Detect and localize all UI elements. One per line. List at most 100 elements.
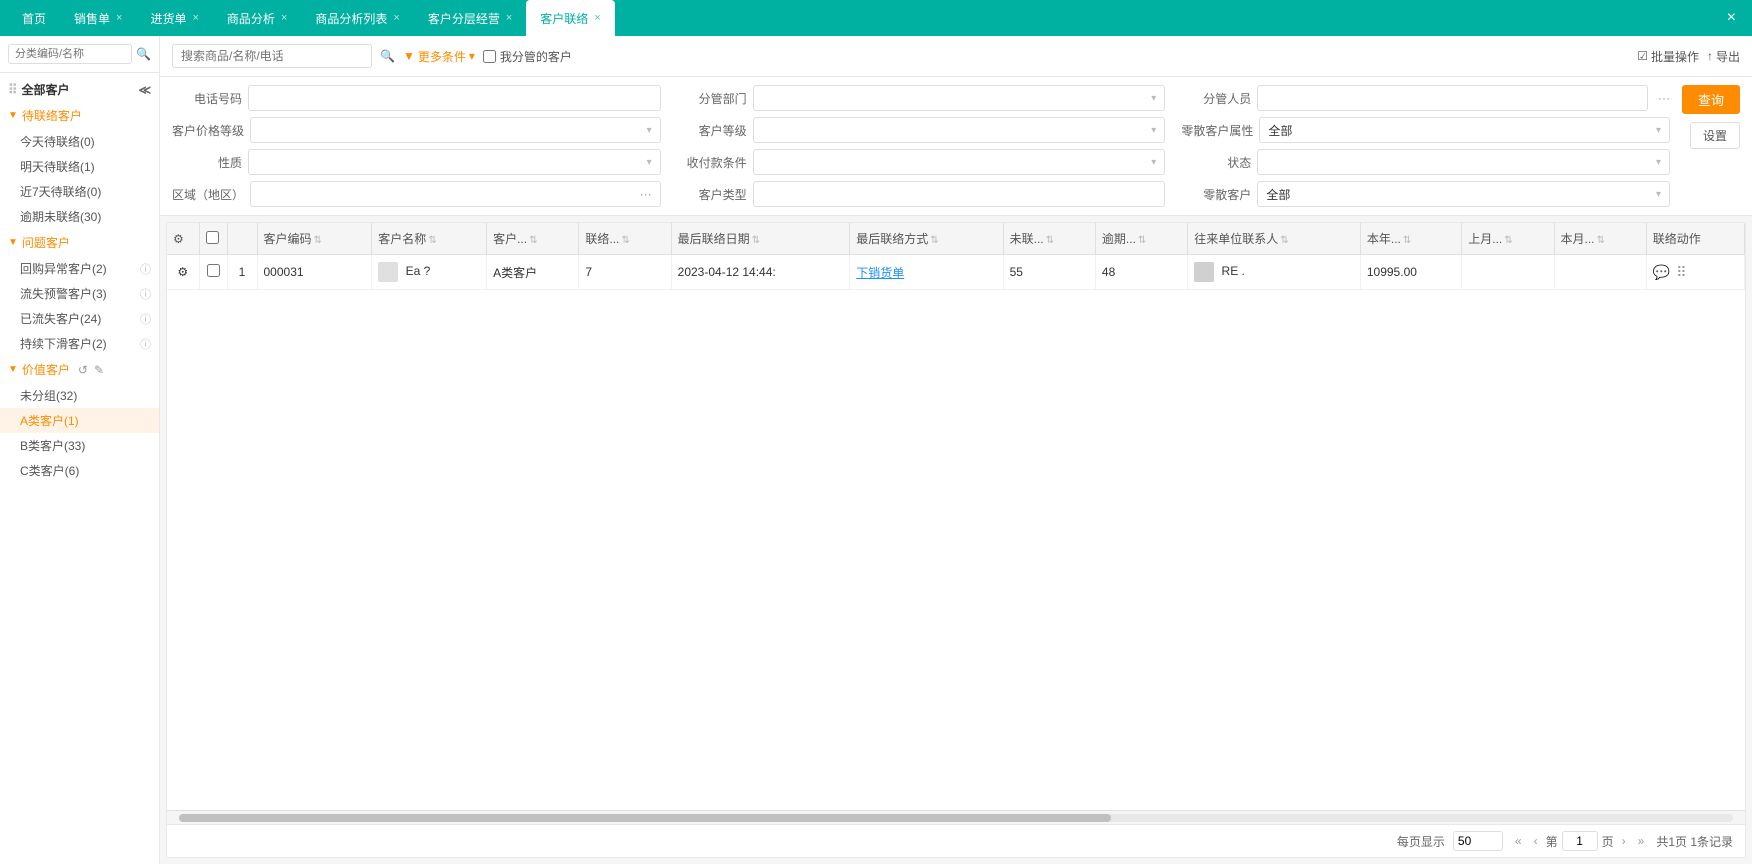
prev-page-btn[interactable]: ‹ (1530, 833, 1542, 849)
last-way-link[interactable]: 下销货单 (856, 266, 904, 280)
row-unit-contact: RE . (1188, 255, 1361, 290)
retail-attr-select[interactable]: 全部 ▾ (1259, 117, 1670, 143)
nature-label: 性质 (172, 154, 242, 171)
row-checkbox[interactable] (207, 264, 220, 277)
query-btn[interactable]: 查询 (1682, 85, 1740, 114)
price-grade-select[interactable]: ▾ (250, 117, 661, 143)
nav-home[interactable]: 首页 (8, 0, 60, 36)
my-customers-filter[interactable]: 我分管的客户 (483, 48, 572, 65)
this-year-col-header[interactable]: 本年...⇅ (1360, 223, 1461, 255)
nav-product-analysis-list[interactable]: 商品分析列表 × (301, 0, 413, 36)
sidebar-item-churn-warning[interactable]: 流失预警客户(3) ⓘ (0, 281, 159, 306)
table-scroll[interactable]: ⚙ 客户编码⇅ 客户名称⇅ 客户...⇅ 联络...⇅ 最后联络日期⇅ 最后联络… (167, 223, 1745, 810)
overdue-col-header[interactable]: 逾期...⇅ (1095, 223, 1187, 255)
customer-type-label: 客户类型 (677, 186, 747, 203)
close-product-list-tab[interactable]: × (393, 12, 399, 24)
row-last-date: 2023-04-12 14:44: (671, 255, 850, 290)
last-page-btn[interactable]: » (1634, 833, 1649, 849)
type-col-header[interactable]: 客户...⇅ (487, 223, 579, 255)
pending-section-label: 待联络客户 (22, 107, 82, 124)
refresh-icon[interactable]: ↺ (78, 363, 88, 377)
export-btn[interactable]: ↑ 导出 (1707, 48, 1740, 65)
row-gear[interactable]: ⚙ (167, 255, 199, 290)
this-month-col-header[interactable]: 本月...⇅ (1554, 223, 1646, 255)
page-number-input[interactable] (1562, 831, 1598, 851)
close-contact-tab[interactable]: × (594, 12, 600, 24)
my-customers-checkbox[interactable] (483, 50, 496, 63)
nav-customer-segment[interactable]: 客户分层经营 × (414, 0, 526, 36)
first-page-btn[interactable]: « (1511, 833, 1526, 849)
next-page-btn[interactable]: › (1618, 833, 1630, 849)
name-sort-icon: ⇅ (428, 235, 436, 246)
query-settings-col: 查询 设置 (1670, 85, 1740, 207)
edit-icon[interactable]: ✎ (94, 363, 104, 377)
sidebar-pending-section[interactable]: ▼ 待联络客户 (0, 102, 159, 129)
sidebar: 🔍 ⠿ 全部客户 ≪ ▼ 待联络客户 今天待联络(0) 明天待联络(1) 近7天… (0, 36, 160, 864)
sidebar-search-icon[interactable]: 🔍 (136, 47, 151, 61)
close-product-analysis-tab[interactable]: × (281, 12, 287, 24)
manager-more-icon[interactable]: ··· (1658, 91, 1670, 105)
select-all-checkbox[interactable] (206, 231, 219, 244)
nav-customer-contact[interactable]: 客户联络 × (526, 0, 614, 36)
retail-customer-label: 零散客户 (1181, 186, 1251, 203)
nav-purchase[interactable]: 进货单 × (136, 0, 212, 36)
last-date-col-header[interactable]: 最后联络日期⇅ (671, 223, 850, 255)
main-search-icon[interactable]: 🔍 (380, 49, 395, 63)
region-dots-icon[interactable]: ··· (640, 187, 652, 201)
close-all-btn[interactable]: × (1719, 9, 1744, 27)
row-check[interactable] (199, 255, 227, 290)
filter-cell-customer-grade: 客户等级 ▾ (677, 117, 1166, 143)
scrollbar-thumb[interactable] (179, 814, 1111, 822)
dept-select[interactable]: ▾ (753, 85, 1166, 111)
customer-type-select[interactable] (753, 181, 1166, 207)
sidebar-item-overdue-contact[interactable]: 逾期未联络(30) (0, 204, 159, 229)
last-way-col-header[interactable]: 最后联络方式⇅ (850, 223, 1003, 255)
customer-grade-select[interactable]: ▾ (753, 117, 1166, 143)
gear-col-header[interactable]: ⚙ (167, 223, 199, 255)
sidebar-collapse-icon[interactable]: ≪ (138, 83, 151, 97)
region-select[interactable]: ··· (250, 181, 661, 207)
sidebar-item-today-pending[interactable]: 今天待联络(0) (0, 129, 159, 154)
check-col-header[interactable] (199, 223, 227, 255)
status-select[interactable]: ▾ (1257, 149, 1670, 175)
manager-input[interactable] (1257, 85, 1648, 111)
main-search-input[interactable] (172, 44, 372, 68)
horizontal-scrollbar[interactable] (167, 810, 1745, 824)
sidebar-item-7day-pending[interactable]: 近7天待联络(0) (0, 179, 159, 204)
sidebar-value-section[interactable]: ▼ 价值客户 ↺ ✎ (0, 356, 159, 383)
close-segment-tab[interactable]: × (506, 12, 512, 24)
sidebar-search-input[interactable] (8, 44, 132, 64)
more-conditions-btn[interactable]: ▼ 更多条件 ▾ (403, 48, 475, 65)
action-chat-icon[interactable]: 💬 (1653, 264, 1670, 281)
code-col-header[interactable]: 客户编码⇅ (257, 223, 372, 255)
sidebar-item-declining[interactable]: 持续下滑客户(2) ⓘ (0, 331, 159, 356)
last-month-col-header[interactable]: 上月...⇅ (1462, 223, 1554, 255)
contacts-col-header[interactable]: 联络...⇅ (579, 223, 671, 255)
no-contact-col-header[interactable]: 未联...⇅ (1003, 223, 1095, 255)
nav-product-analysis[interactable]: 商品分析 × (213, 0, 301, 36)
retail-customer-select[interactable]: 全部 ▾ (1257, 181, 1670, 207)
per-page-input[interactable] (1453, 831, 1503, 851)
page-nav: « ‹ 第 页 › » (1511, 831, 1648, 851)
nav-sales[interactable]: 销售单 × (60, 0, 136, 36)
sidebar-item-a-class[interactable]: A类客户(1) (0, 408, 159, 433)
filter-chevron-icon: ▾ (469, 49, 475, 63)
sidebar-problem-section[interactable]: ▼ 问题客户 (0, 229, 159, 256)
name-col-header[interactable]: 客户名称⇅ (372, 223, 487, 255)
close-sales-tab[interactable]: × (116, 12, 122, 24)
sidebar-item-churned[interactable]: 已流失客户(24) ⓘ (0, 306, 159, 331)
payment-select[interactable]: ▾ (753, 149, 1166, 175)
sidebar-item-b-class[interactable]: B类客户(33) (0, 433, 159, 458)
phone-input[interactable] (248, 85, 661, 111)
sidebar-item-repurchase-abnormal[interactable]: 回购异常客户(2) ⓘ (0, 256, 159, 281)
nature-select[interactable]: ▾ (248, 149, 661, 175)
sidebar-item-tomorrow-pending[interactable]: 明天待联络(1) (0, 154, 159, 179)
settings-btn[interactable]: 设置 (1690, 122, 1740, 149)
sidebar-item-ungrouped[interactable]: 未分组(32) (0, 383, 159, 408)
action-more-icon[interactable]: ⠿ (1676, 264, 1686, 281)
unit-contact-col-header[interactable]: 往来单位联系人⇅ (1188, 223, 1361, 255)
sidebar-item-c-class[interactable]: C类客户(6) (0, 458, 159, 483)
close-purchase-tab[interactable]: × (192, 12, 198, 24)
contacts-sort-icon: ⇅ (621, 235, 629, 246)
batch-op-btn[interactable]: ☑ 批量操作 (1637, 48, 1699, 65)
